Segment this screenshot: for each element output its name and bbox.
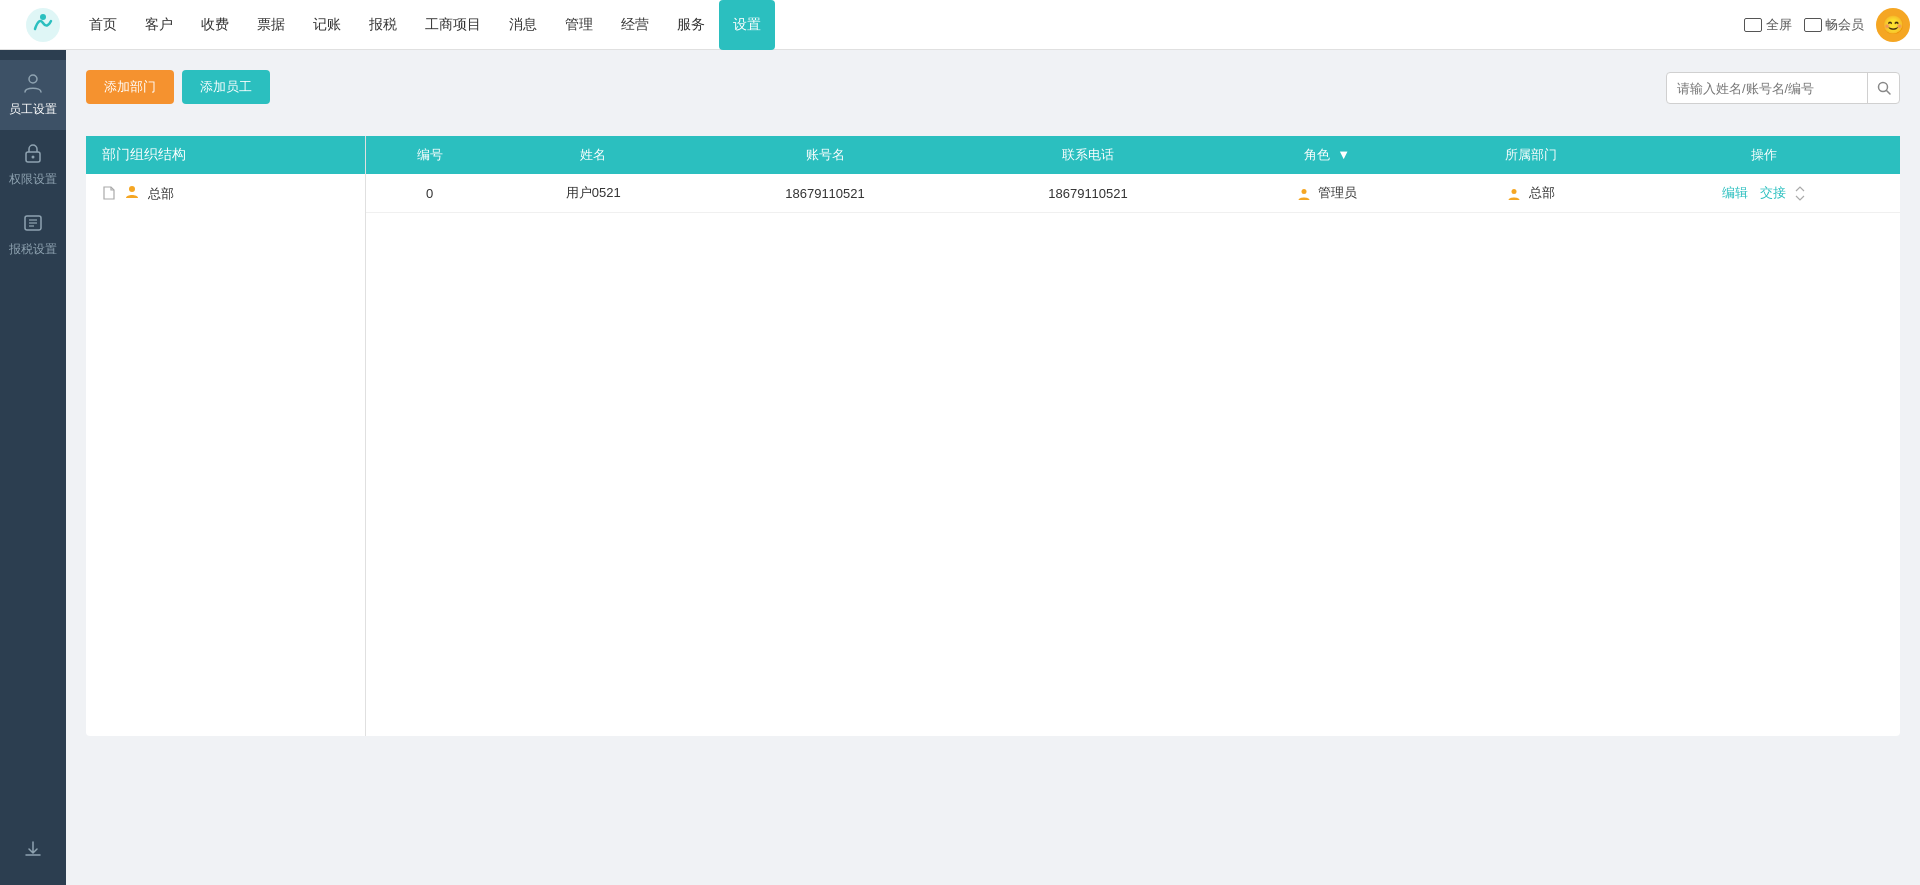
handover-link[interactable]: 交接 (1760, 185, 1786, 200)
table-header-row: 编号 姓名 账号名 联系电话 角色 ▼ 所属部门 操作 (366, 136, 1900, 174)
cell-role: 管理员 (1220, 174, 1435, 213)
search-button[interactable] (1867, 73, 1899, 103)
cell-phone: 18679110521 (957, 174, 1220, 213)
nav-fees[interactable]: 收费 (187, 0, 243, 50)
button-group: 添加部门 添加员工 (86, 70, 270, 104)
sidebar-item-tax-settings[interactable]: 报税设置 (0, 200, 66, 270)
svg-line-10 (1886, 91, 1890, 95)
cell-actions: 编辑 交接 (1628, 174, 1900, 213)
vip-button[interactable]: 畅会员 (1804, 16, 1864, 34)
tree-item-label: 总部 (148, 185, 174, 203)
video-record-icon (1804, 18, 1822, 32)
right-actions: 全屏 畅会员 😊 (1744, 8, 1910, 42)
scroll-arrows[interactable] (1795, 186, 1805, 201)
search-bar (1666, 72, 1900, 104)
dept-user-icon (124, 184, 140, 204)
employee-icon (22, 72, 44, 97)
main-content: 添加部门 添加员工 部门组织结构 (66, 50, 1920, 885)
tax-settings-icon (22, 212, 44, 237)
content-panel: 部门组织结构 总部 (86, 136, 1900, 736)
nav-items: 首页 客户 收费 票据 记账 报税 工商项目 消息 管理 经营 服务 设置 (75, 0, 1744, 50)
svg-point-2 (29, 75, 37, 83)
avatar-icon: 😊 (1882, 14, 1904, 36)
sidebar-label-employee: 员工设置 (9, 101, 57, 118)
svg-point-4 (32, 156, 35, 159)
col-phone: 联系电话 (957, 136, 1220, 174)
col-dept: 所属部门 (1434, 136, 1627, 174)
sidebar-item-employee[interactable]: 员工设置 (0, 60, 66, 130)
vip-label: 畅会员 (1825, 16, 1864, 34)
cell-name: 用户0521 (493, 174, 693, 213)
col-account: 账号名 (694, 136, 957, 174)
nav-tax[interactable]: 报税 (355, 0, 411, 50)
sidebar-item-download[interactable] (0, 826, 66, 875)
cell-id: 0 (366, 174, 493, 213)
nav-home[interactable]: 首页 (75, 0, 131, 50)
avatar[interactable]: 😊 (1876, 8, 1910, 42)
svg-point-13 (1512, 189, 1517, 194)
nav-accounting[interactable]: 记账 (299, 0, 355, 50)
svg-point-11 (129, 186, 135, 192)
sidebar-label-tax-settings: 报税设置 (9, 241, 57, 258)
top-navigation: 首页 客户 收费 票据 记账 报税 工商项目 消息 管理 经营 服务 设置 全屏… (0, 0, 1920, 50)
nav-operations[interactable]: 经营 (607, 0, 663, 50)
col-role: 角色 ▼ (1220, 136, 1435, 174)
edit-link[interactable]: 编辑 (1722, 185, 1748, 200)
tree-panel: 部门组织结构 总部 (86, 136, 366, 736)
nav-customer[interactable]: 客户 (131, 0, 187, 50)
tree-item-general[interactable]: 总部 (86, 174, 365, 214)
file-icon (102, 185, 116, 204)
col-name: 姓名 (493, 136, 693, 174)
sidebar-label-permissions: 权限设置 (9, 171, 57, 188)
svg-point-1 (40, 14, 46, 20)
employee-table: 编号 姓名 账号名 联系电话 角色 ▼ 所属部门 操作 0 (366, 136, 1900, 213)
nav-messages[interactable]: 消息 (495, 0, 551, 50)
permissions-icon (22, 142, 44, 167)
add-employee-button[interactable]: 添加员工 (182, 70, 270, 104)
cell-dept: 总部 (1434, 174, 1627, 213)
fullscreen-icon (1744, 18, 1762, 32)
tree-header: 部门组织结构 (86, 136, 365, 174)
nav-management[interactable]: 管理 (551, 0, 607, 50)
filter-icon[interactable]: ▼ (1337, 147, 1350, 162)
toolbar-row: 添加部门 添加员工 (86, 70, 1900, 120)
nav-settings[interactable]: 设置 (719, 0, 775, 50)
fullscreen-label: 全屏 (1766, 16, 1792, 34)
role-user-icon (1297, 185, 1315, 200)
app-logo (10, 7, 75, 43)
add-dept-button[interactable]: 添加部门 (86, 70, 174, 104)
dept-cell-user-icon (1507, 185, 1525, 200)
col-actions: 操作 (1628, 136, 1900, 174)
fullscreen-button[interactable]: 全屏 (1744, 16, 1792, 34)
nav-business[interactable]: 工商项目 (411, 0, 495, 50)
nav-bills[interactable]: 票据 (243, 0, 299, 50)
nav-service[interactable]: 服务 (663, 0, 719, 50)
cell-account: 18679110521 (694, 174, 957, 213)
svg-point-12 (1301, 189, 1306, 194)
sidebar-item-permissions[interactable]: 权限设置 (0, 130, 66, 200)
search-input[interactable] (1667, 81, 1867, 96)
sidebar: 员工设置 权限设置 报税设置 (0, 50, 66, 885)
table-row: 0 用户0521 18679110521 18679110521 管理 (366, 174, 1900, 213)
col-id: 编号 (366, 136, 493, 174)
download-icon (22, 838, 44, 863)
table-panel: 编号 姓名 账号名 联系电话 角色 ▼ 所属部门 操作 0 (366, 136, 1900, 736)
